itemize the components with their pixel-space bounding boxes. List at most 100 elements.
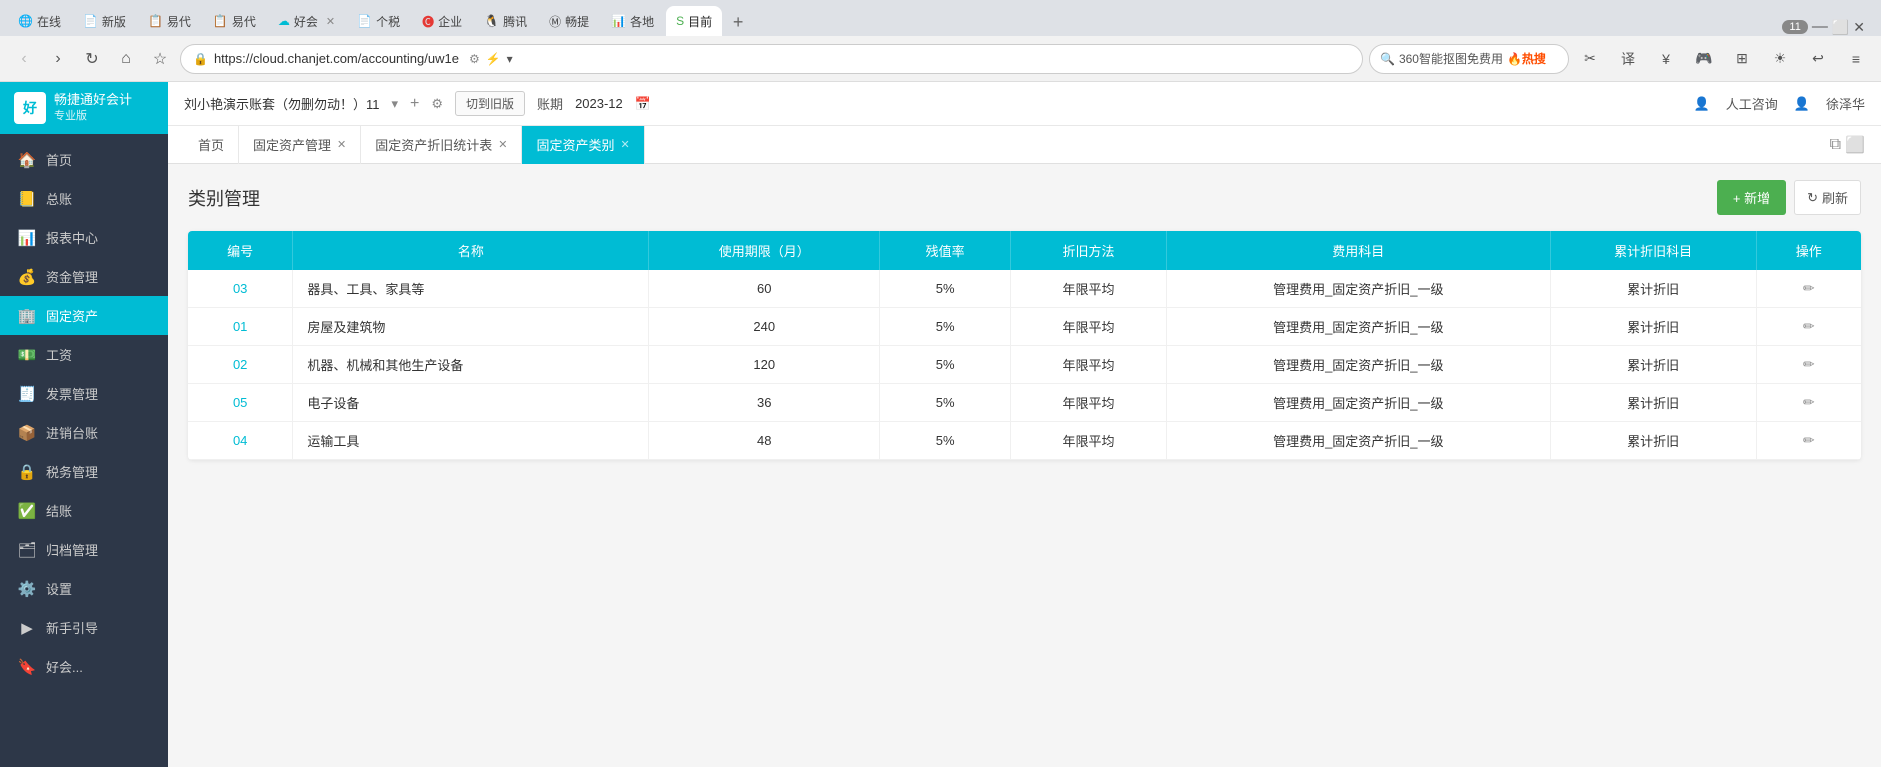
ai-consult-label[interactable]: 人工咨询: [1726, 94, 1778, 113]
sidebar-item-guide[interactable]: ▶ 新手引导: [0, 608, 168, 647]
sidebar-item-fixed-assets[interactable]: 🏢 固定资产: [0, 296, 168, 335]
sidebar-item-reports[interactable]: 📊 报表中心: [0, 218, 168, 257]
address-bar[interactable]: 🔒 https://cloud.chanjet.com/accounting/u…: [180, 44, 1363, 74]
theme-icon[interactable]: ☀: [1765, 44, 1795, 74]
edit-icon-1[interactable]: ✏: [1803, 318, 1815, 334]
page-header: 类别管理 + 新增 ↻ 刷新: [188, 180, 1861, 215]
page-tab-fixed-mgmt-close[interactable]: ✕: [337, 138, 346, 151]
sidebar-item-checkout[interactable]: ✅ 结账: [0, 491, 168, 530]
top-bar-right: 👤 人工咨询 👤 徐泽华: [1694, 94, 1865, 113]
page-tab-depreciation-close[interactable]: ✕: [498, 138, 507, 151]
add-account-btn[interactable]: +: [410, 95, 419, 113]
reload-button[interactable]: ↻: [78, 45, 106, 73]
page-tab-home[interactable]: 首页: [184, 126, 239, 164]
page-tab-depreciation-table[interactable]: 固定资产折旧统计表 ✕: [361, 126, 522, 164]
cell-code-1[interactable]: 01: [188, 308, 293, 346]
sidebar-item-invoice[interactable]: 🧾 发票管理: [0, 374, 168, 413]
sidebar-item-home[interactable]: 🏠 首页: [0, 140, 168, 179]
grid-icon[interactable]: ⊞: [1727, 44, 1757, 74]
edit-icon-3[interactable]: ✏: [1803, 394, 1815, 410]
topbar-settings-icon[interactable]: ⚙: [431, 96, 443, 112]
table-row: 02 机器、机械和其他生产设备 120 5% 年限平均 管理费用_固定资产折旧_…: [188, 346, 1861, 384]
cell-action-3[interactable]: ✏: [1756, 384, 1861, 422]
address-dropdown-icon[interactable]: ▾: [507, 52, 513, 66]
more-icon: 🔖: [18, 658, 36, 676]
sidebar-item-more[interactable]: 🔖 好会...: [0, 647, 168, 686]
game-icon[interactable]: 🎮: [1689, 44, 1719, 74]
browser-tab-2[interactable]: 📄 新版: [73, 6, 136, 36]
panel-restore-icon[interactable]: ⧉: [1830, 136, 1841, 154]
wallet-icon[interactable]: ¥: [1651, 44, 1681, 74]
window-close[interactable]: ✕: [1853, 19, 1865, 36]
page-tab-category-close[interactable]: ✕: [621, 138, 630, 151]
forward-button[interactable]: ›: [44, 45, 72, 73]
cell-code-3[interactable]: 05: [188, 384, 293, 422]
browser-tab-5[interactable]: ☁ 好会 ✕: [268, 6, 345, 36]
browser-tab-7[interactable]: 🅒 企业: [412, 6, 472, 36]
sidebar-item-archive[interactable]: 🗂 归档管理: [0, 530, 168, 569]
sidebar-label-guide: 新手引导: [46, 618, 98, 637]
undo-icon[interactable]: ↩: [1803, 44, 1833, 74]
edit-icon-2[interactable]: ✏: [1803, 356, 1815, 372]
browser-tab-8[interactable]: 🐧 腾讯: [474, 6, 537, 36]
funds-icon: 💰: [18, 268, 36, 286]
panel-maximize-icon[interactable]: ⬜: [1845, 135, 1865, 155]
cell-expense-0: 管理费用_固定资产折旧_一级: [1166, 270, 1550, 308]
browser-tab-3[interactable]: 📋 易代: [138, 6, 201, 36]
edit-icon-0[interactable]: ✏: [1803, 280, 1815, 296]
cell-code-4[interactable]: 04: [188, 422, 293, 460]
page-tab-asset-category[interactable]: 固定资产类别 ✕: [522, 126, 644, 164]
browser-tab-9[interactable]: Ⓜ 畅提: [539, 6, 599, 36]
sidebar-item-funds[interactable]: 💰 资金管理: [0, 257, 168, 296]
browser-tab-1[interactable]: 🌐 在线: [8, 6, 71, 36]
translate-icon[interactable]: 译: [1613, 44, 1643, 74]
username-display[interactable]: 徐泽华: [1826, 94, 1865, 113]
browser-tab-6[interactable]: 📄 个税: [347, 6, 410, 36]
address-bolt-icon[interactable]: ⚡: [486, 52, 501, 66]
calendar-icon[interactable]: 📅: [635, 96, 651, 112]
switch-version-button[interactable]: 切到旧版: [455, 91, 525, 116]
cell-action-4[interactable]: ✏: [1756, 422, 1861, 460]
salary-icon: 💵: [18, 346, 36, 364]
sidebar-label-home: 首页: [46, 150, 72, 169]
cell-code-0[interactable]: 03: [188, 270, 293, 308]
new-tab-button[interactable]: +: [724, 8, 752, 36]
tab3-favicon: 📋: [148, 14, 163, 28]
menu-icon[interactable]: ≡: [1841, 44, 1871, 74]
tab1-label: 在线: [37, 13, 61, 30]
back-button[interactable]: ‹: [10, 45, 38, 73]
user-dropdown-icon[interactable]: ▾: [392, 96, 399, 112]
refresh-button[interactable]: ↻ 刷新: [1794, 180, 1861, 215]
cell-action-0[interactable]: ✏: [1756, 270, 1861, 308]
window-minimize[interactable]: —: [1812, 18, 1828, 36]
sidebar-item-inventory[interactable]: 📦 进销台账: [0, 413, 168, 452]
bookmark-button[interactable]: ☆: [146, 45, 174, 73]
th-expense: 费用科目: [1166, 231, 1550, 270]
sidebar-item-tax[interactable]: 🔒 税务管理: [0, 452, 168, 491]
page-tab-fixed-asset-mgmt[interactable]: 固定资产管理 ✕: [239, 126, 361, 164]
sidebar-item-ledger[interactable]: 📒 总账: [0, 179, 168, 218]
cell-action-1[interactable]: ✏: [1756, 308, 1861, 346]
cell-action-2[interactable]: ✏: [1756, 346, 1861, 384]
address-tools-icon[interactable]: ⚙: [469, 52, 480, 66]
tab2-label: 新版: [102, 13, 126, 30]
edit-icon-4[interactable]: ✏: [1803, 432, 1815, 448]
home-button[interactable]: ⌂: [112, 45, 140, 73]
tab5-close[interactable]: ✕: [326, 15, 335, 28]
cell-code-2[interactable]: 02: [188, 346, 293, 384]
sidebar-item-salary[interactable]: 💵 工资: [0, 335, 168, 374]
add-category-button[interactable]: + 新增: [1717, 180, 1786, 215]
cell-expense-1: 管理费用_固定资产折旧_一级: [1166, 308, 1550, 346]
logo-text: 畅捷通好会计 专业版: [54, 92, 132, 123]
tab11-label: 目前: [688, 13, 712, 30]
browser-tab-11[interactable]: S 目前: [666, 6, 722, 36]
browser-toolbar-right: ✂ 译 ¥ 🎮 ⊞ ☀ ↩ ≡: [1575, 44, 1871, 74]
scissors-icon[interactable]: ✂: [1575, 44, 1605, 74]
browser-tab-10[interactable]: 📊 各地: [601, 6, 664, 36]
ssl-lock-icon: 🔒: [193, 52, 208, 66]
top-bar: 刘小艳演示账套（勿删勿动！）11 ▾ + ⚙ 切到旧版 账期 2023-12 📅…: [168, 82, 1881, 126]
browser-search-box[interactable]: 🔍 360智能抠图免费用 🔥热搜: [1369, 44, 1569, 74]
window-maximize[interactable]: ⬜: [1832, 19, 1849, 36]
sidebar-item-settings[interactable]: ⚙️ 设置: [0, 569, 168, 608]
browser-tab-4[interactable]: 📋 易代: [203, 6, 266, 36]
